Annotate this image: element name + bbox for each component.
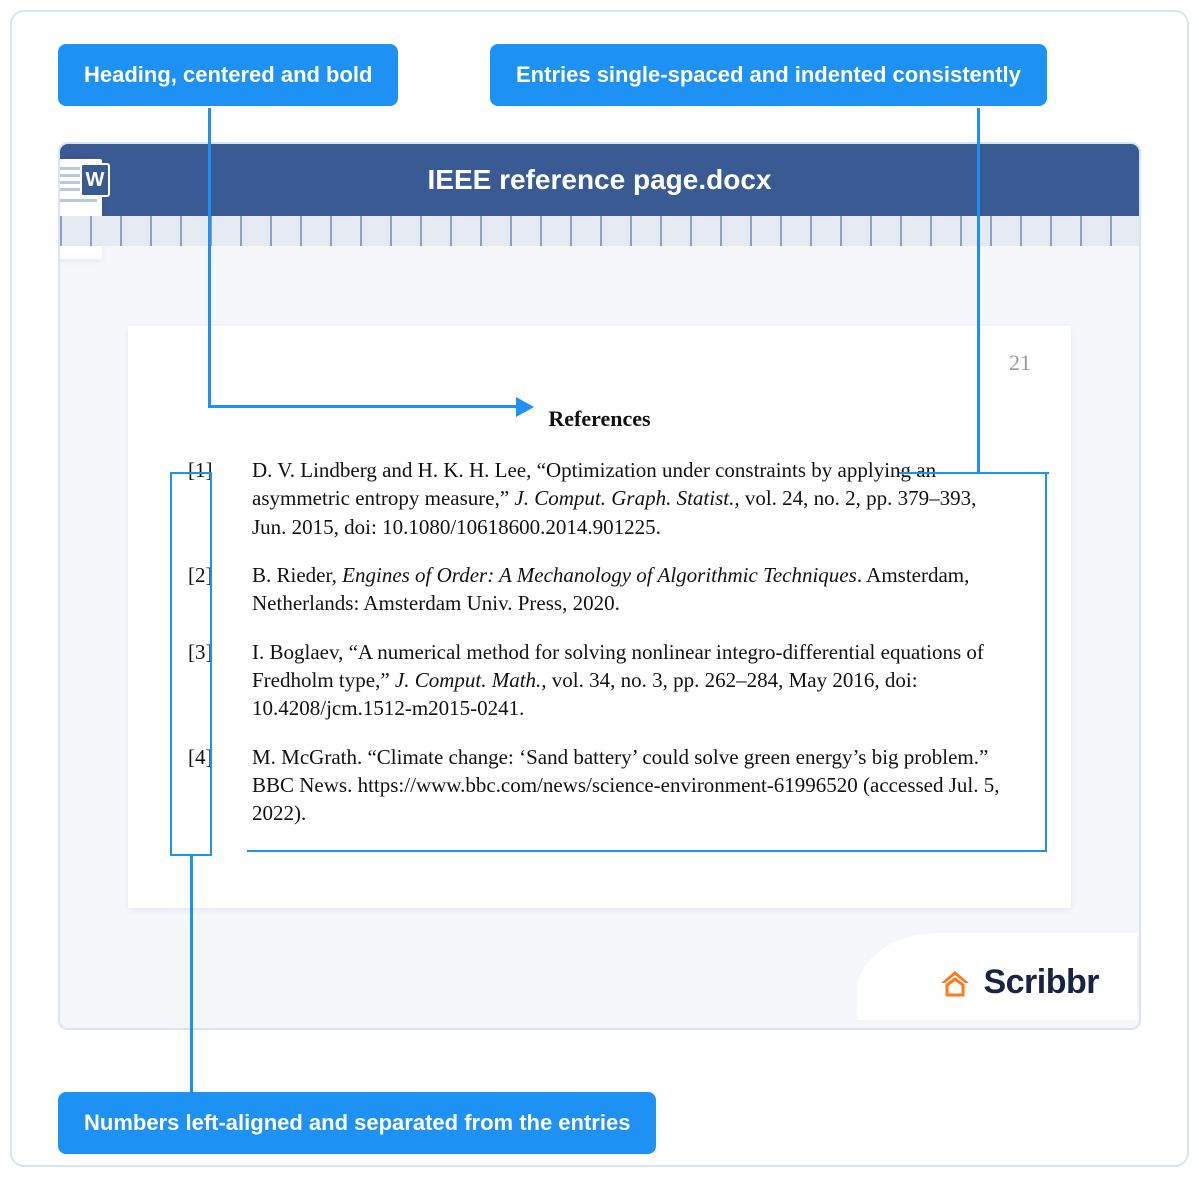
anno-line bbox=[208, 405, 518, 408]
anno-line bbox=[977, 108, 980, 473]
scribbr-logo-icon bbox=[937, 965, 973, 1001]
callout-numbers-text: Numbers left-aligned and separated from … bbox=[84, 1110, 630, 1135]
scribbr-name: Scribbr bbox=[983, 963, 1099, 1002]
word-icon: W bbox=[80, 157, 130, 203]
outer-frame: Heading, centered and bold Entries singl… bbox=[10, 10, 1189, 1167]
anno-line bbox=[899, 472, 1049, 474]
callout-entries-text: Entries single-spaced and indented consi… bbox=[516, 62, 1021, 87]
references-heading: References bbox=[188, 406, 1011, 432]
callout-heading-text: Heading, centered and bold bbox=[84, 62, 372, 87]
arrowhead-icon bbox=[516, 397, 534, 417]
scribbr-badge: Scribbr bbox=[857, 933, 1137, 1020]
callout-heading: Heading, centered and bold bbox=[58, 44, 398, 106]
numbers-highlight-box bbox=[170, 472, 212, 856]
document-title: IEEE reference page.docx bbox=[80, 164, 1119, 196]
callout-entries: Entries single-spaced and indented consi… bbox=[490, 44, 1047, 106]
anno-line bbox=[190, 855, 193, 1092]
word-icon-letter: W bbox=[80, 163, 110, 197]
entries-highlight-box bbox=[247, 472, 1047, 852]
page-number: 21 bbox=[1009, 350, 1031, 376]
anno-line bbox=[208, 108, 211, 408]
callout-numbers: Numbers left-aligned and separated from … bbox=[58, 1092, 656, 1154]
